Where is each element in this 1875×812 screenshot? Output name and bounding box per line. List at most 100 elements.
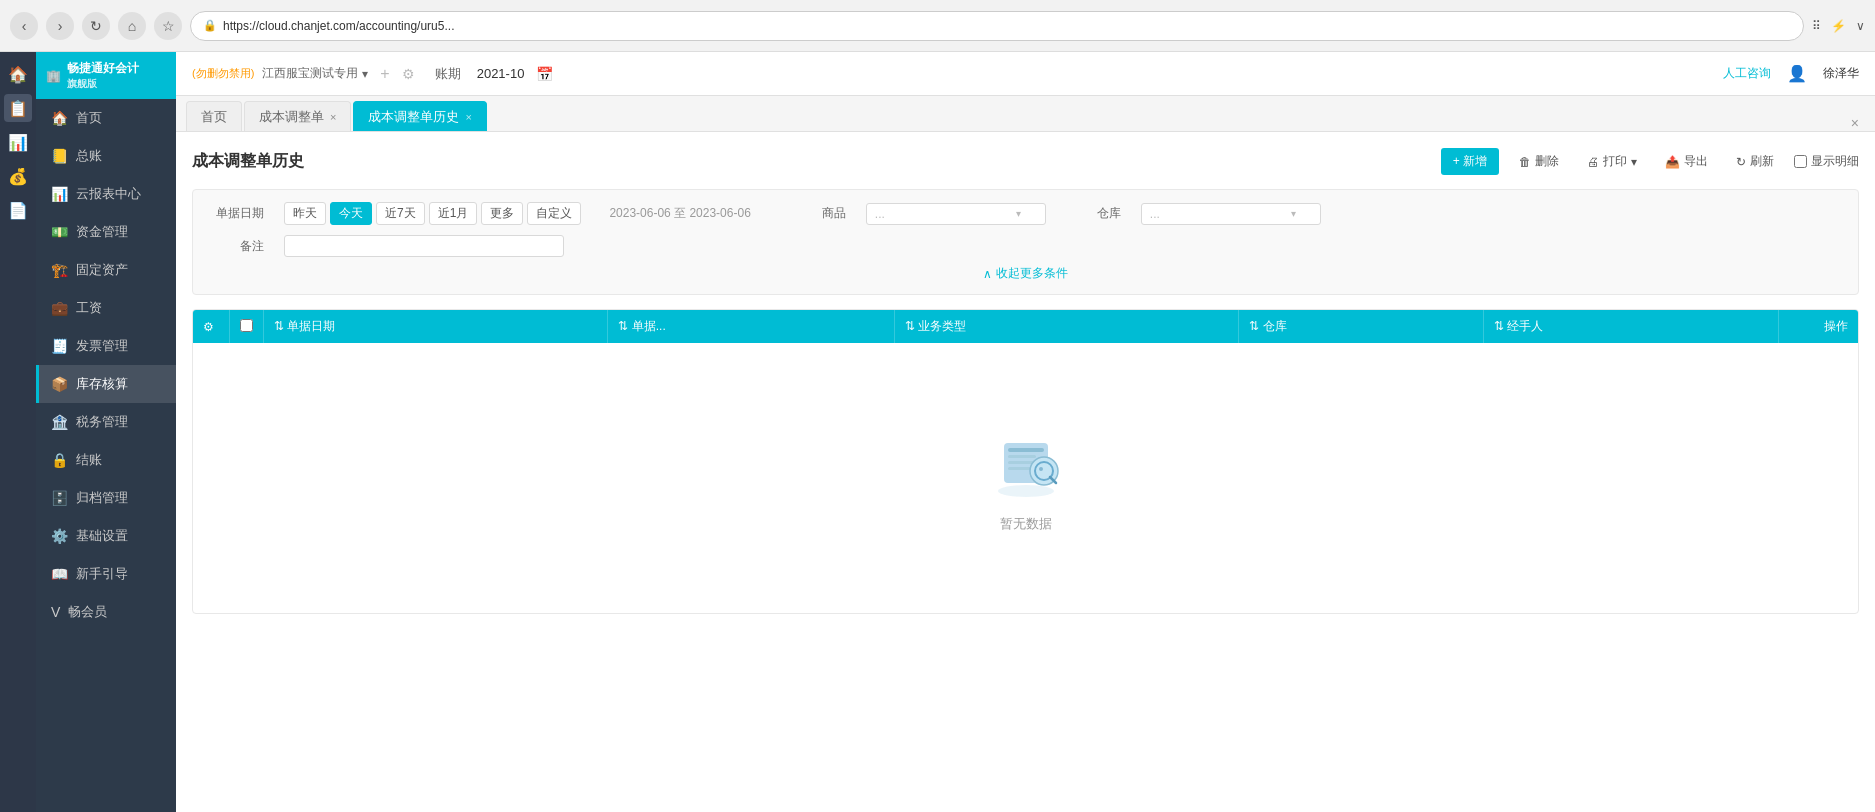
close-all-btn[interactable]: ×	[1851, 115, 1859, 131]
print-icon: 🖨	[1587, 155, 1599, 169]
show-cols-checkbox[interactable]	[1794, 155, 1807, 168]
sidebar-item-home[interactable]: 🏠 首页	[36, 99, 176, 137]
new-button[interactable]: + 新增	[1441, 148, 1499, 175]
icon-strip-home[interactable]: 🏠	[4, 60, 32, 88]
date-btn-today[interactable]: 今天	[330, 202, 372, 225]
invoice-icon: 🧾	[51, 338, 68, 354]
url-text: https://cloud.chanjet.com/accounting/uru…	[223, 19, 454, 33]
sidebar-label-capital: 资金管理	[76, 223, 128, 241]
sidebar-logo: 🏢 畅捷通好会计 旗舰版	[36, 52, 176, 99]
sidebar-item-salary[interactable]: 💼 工资	[36, 289, 176, 327]
refresh-button[interactable]: ↻ 刷新	[1728, 149, 1782, 174]
column-settings-icon[interactable]: ⚙	[203, 320, 214, 334]
tab-cost-adjust-label: 成本调整单	[259, 108, 324, 126]
sidebar-label-archive: 归档管理	[76, 489, 128, 507]
company-selector[interactable]: (勿删勿禁用) 江西服宝测试专用 ▾	[192, 65, 368, 82]
warehouse-placeholder: ...	[1150, 207, 1160, 221]
table-container: ⚙ ⇅ 单据日期	[192, 309, 1859, 614]
th-settings[interactable]: ⚙	[193, 310, 229, 343]
th-date[interactable]: ⇅ 单据日期	[263, 310, 608, 343]
date-btn-7days[interactable]: 近7天	[376, 202, 425, 225]
delete-button[interactable]: 🗑 删除	[1511, 149, 1567, 174]
page-content: 成本调整单历史 + 新增 🗑 删除 🖨 打印 ▾ 📤 导出	[176, 132, 1875, 812]
export-button[interactable]: 📤 导出	[1657, 149, 1716, 174]
company-name: 江西服宝测试专用	[262, 65, 358, 82]
user-avatar: 👤	[1787, 64, 1807, 83]
inventory-icon: 📦	[51, 376, 68, 392]
date-btn-more[interactable]: 更多	[481, 202, 523, 225]
sidebar-item-invoice[interactable]: 🧾 发票管理	[36, 327, 176, 365]
date-filter-label: 单据日期	[209, 205, 264, 222]
empty-state: 暂无数据	[193, 343, 1858, 613]
sidebar-item-tax[interactable]: 🏦 税务管理	[36, 403, 176, 441]
lightning-icon[interactable]: ⚡	[1831, 19, 1846, 33]
th-operations: 操作	[1778, 310, 1858, 343]
tab-home[interactable]: 首页	[186, 101, 242, 131]
top-bar: (勿删勿禁用) 江西服宝测试专用 ▾ + ⚙ 账期 2021-10 📅 人工咨询…	[176, 52, 1875, 96]
logo-title: 畅捷通好会计	[67, 60, 139, 77]
extensions-icon[interactable]: ⠿	[1812, 19, 1821, 33]
consult-btn[interactable]: 人工咨询	[1723, 65, 1771, 82]
calendar-icon[interactable]: 📅	[536, 66, 553, 82]
th-biz-type[interactable]: ⇅ 业务类型	[894, 310, 1239, 343]
print-button[interactable]: 🖨 打印 ▾	[1579, 149, 1645, 174]
sidebar-item-inventory[interactable]: 📦 库存核算	[36, 365, 176, 403]
sidebar-item-reports[interactable]: 📊 云报表中心	[36, 175, 176, 213]
sidebar-label-tax: 税务管理	[76, 413, 128, 431]
svg-point-0	[998, 485, 1054, 497]
sidebar-item-capital[interactable]: 💵 资金管理	[36, 213, 176, 251]
date-range-text: 2023-06-06 至 2023-06-06	[609, 205, 750, 222]
icon-strip-doc[interactable]: 📄	[4, 196, 32, 224]
warehouse-select[interactable]: ... ▾	[1141, 203, 1321, 225]
data-table: ⚙ ⇅ 单据日期	[193, 310, 1858, 613]
tab-cost-adjust-history-close[interactable]: ×	[465, 111, 471, 123]
sidebar-item-settings[interactable]: ⚙️ 基础设置	[36, 517, 176, 555]
date-btn-yesterday[interactable]: 昨天	[284, 202, 326, 225]
url-bar[interactable]: 🔒 https://cloud.chanjet.com/accounting/u…	[190, 11, 1804, 41]
tab-cost-adjust[interactable]: 成本调整单 ×	[244, 101, 351, 131]
th-warehouse[interactable]: ⇅ 仓库	[1239, 310, 1483, 343]
back-button[interactable]: ‹	[10, 12, 38, 40]
goods-select[interactable]: ... ▾	[866, 203, 1046, 225]
sidebar-item-archive[interactable]: 🗄️ 归档管理	[36, 479, 176, 517]
expand-icon[interactable]: ∨	[1856, 19, 1865, 33]
select-all-checkbox[interactable]	[240, 319, 253, 332]
filter-row-1: 单据日期 昨天 今天 近7天 近1月 更多 自定义 2023-06-06 至 2…	[209, 202, 1842, 225]
svg-rect-3	[1008, 455, 1036, 458]
tab-cost-adjust-history[interactable]: 成本调整单历史 ×	[353, 101, 486, 131]
date-btn-custom[interactable]: 自定义	[527, 202, 581, 225]
warehouse-dropdown-icon: ▾	[1291, 208, 1296, 219]
sidebar-item-closing[interactable]: 🔒 结账	[36, 441, 176, 479]
goods-filter-label: 商品	[791, 205, 846, 222]
guide-icon: 📖	[51, 566, 68, 582]
th-handler[interactable]: ⇅ 经手人	[1483, 310, 1778, 343]
settings-gear-icon[interactable]: ⚙	[402, 66, 415, 82]
empty-illustration	[986, 423, 1066, 503]
th-checkbox[interactable]	[229, 310, 263, 343]
icon-strip-chart[interactable]: 📊	[4, 128, 32, 156]
tab-cost-adjust-close[interactable]: ×	[330, 111, 336, 123]
star-button[interactable]: ☆	[154, 12, 182, 40]
collapse-button[interactable]: ∧ 收起更多条件	[983, 265, 1068, 282]
sidebar-label-inventory: 库存核算	[76, 375, 128, 393]
logo-icon: 🏢	[46, 69, 61, 83]
reports-icon: 📊	[51, 186, 68, 202]
app-container: 🏠 📋 📊 💰 📄 🏢 畅捷通好会计 旗舰版 🏠 首页 📒 总账 📊 云报表中心…	[0, 52, 1875, 812]
sidebar-item-assets[interactable]: 🏗️ 固定资产	[36, 251, 176, 289]
sidebar-item-vip[interactable]: V 畅会员	[36, 593, 176, 631]
capital-icon: 💵	[51, 224, 68, 240]
note-input[interactable]	[284, 235, 564, 257]
sidebar-label-salary: 工资	[76, 299, 102, 317]
forward-button[interactable]: ›	[46, 12, 74, 40]
home-button[interactable]: ⌂	[118, 12, 146, 40]
date-btn-1month[interactable]: 近1月	[429, 202, 478, 225]
th-voucher[interactable]: ⇅ 单据...	[608, 310, 894, 343]
sidebar-item-guide[interactable]: 📖 新手引导	[36, 555, 176, 593]
top-bar-right: 人工咨询 👤 徐泽华	[1723, 64, 1859, 83]
sidebar-item-ledger[interactable]: 📒 总账	[36, 137, 176, 175]
add-company-btn[interactable]: +	[380, 65, 389, 83]
icon-strip-wallet[interactable]: 💰	[4, 162, 32, 190]
icon-strip-active[interactable]: 📋	[4, 94, 32, 122]
refresh-button[interactable]: ↻	[82, 12, 110, 40]
sidebar-label-home: 首页	[76, 109, 102, 127]
